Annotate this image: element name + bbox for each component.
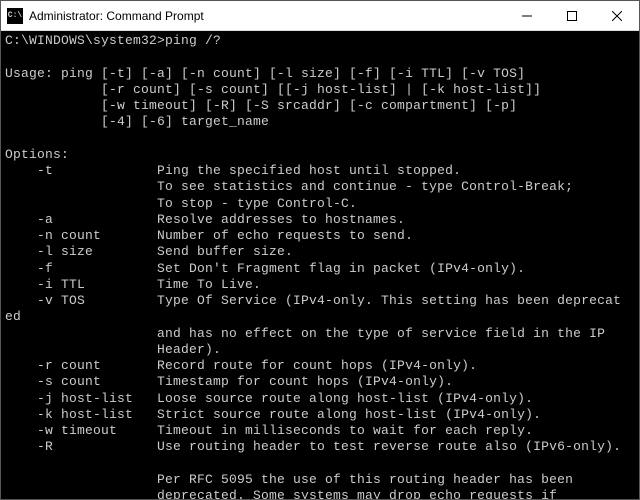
cmd-icon-text: C:\ xyxy=(8,11,22,20)
command-prompt-window: C:\ Administrator: Command Prompt C:\WIN… xyxy=(0,0,640,500)
minimize-button[interactable] xyxy=(504,1,549,30)
window-controls xyxy=(504,1,639,30)
maximize-button[interactable] xyxy=(549,1,594,30)
window-title: Administrator: Command Prompt xyxy=(29,9,504,23)
cmd-icon: C:\ xyxy=(7,8,23,24)
close-button[interactable] xyxy=(594,1,639,30)
titlebar[interactable]: C:\ Administrator: Command Prompt xyxy=(1,1,639,31)
terminal-content[interactable]: C:\WINDOWS\system32>ping /? Usage: ping … xyxy=(1,31,639,499)
